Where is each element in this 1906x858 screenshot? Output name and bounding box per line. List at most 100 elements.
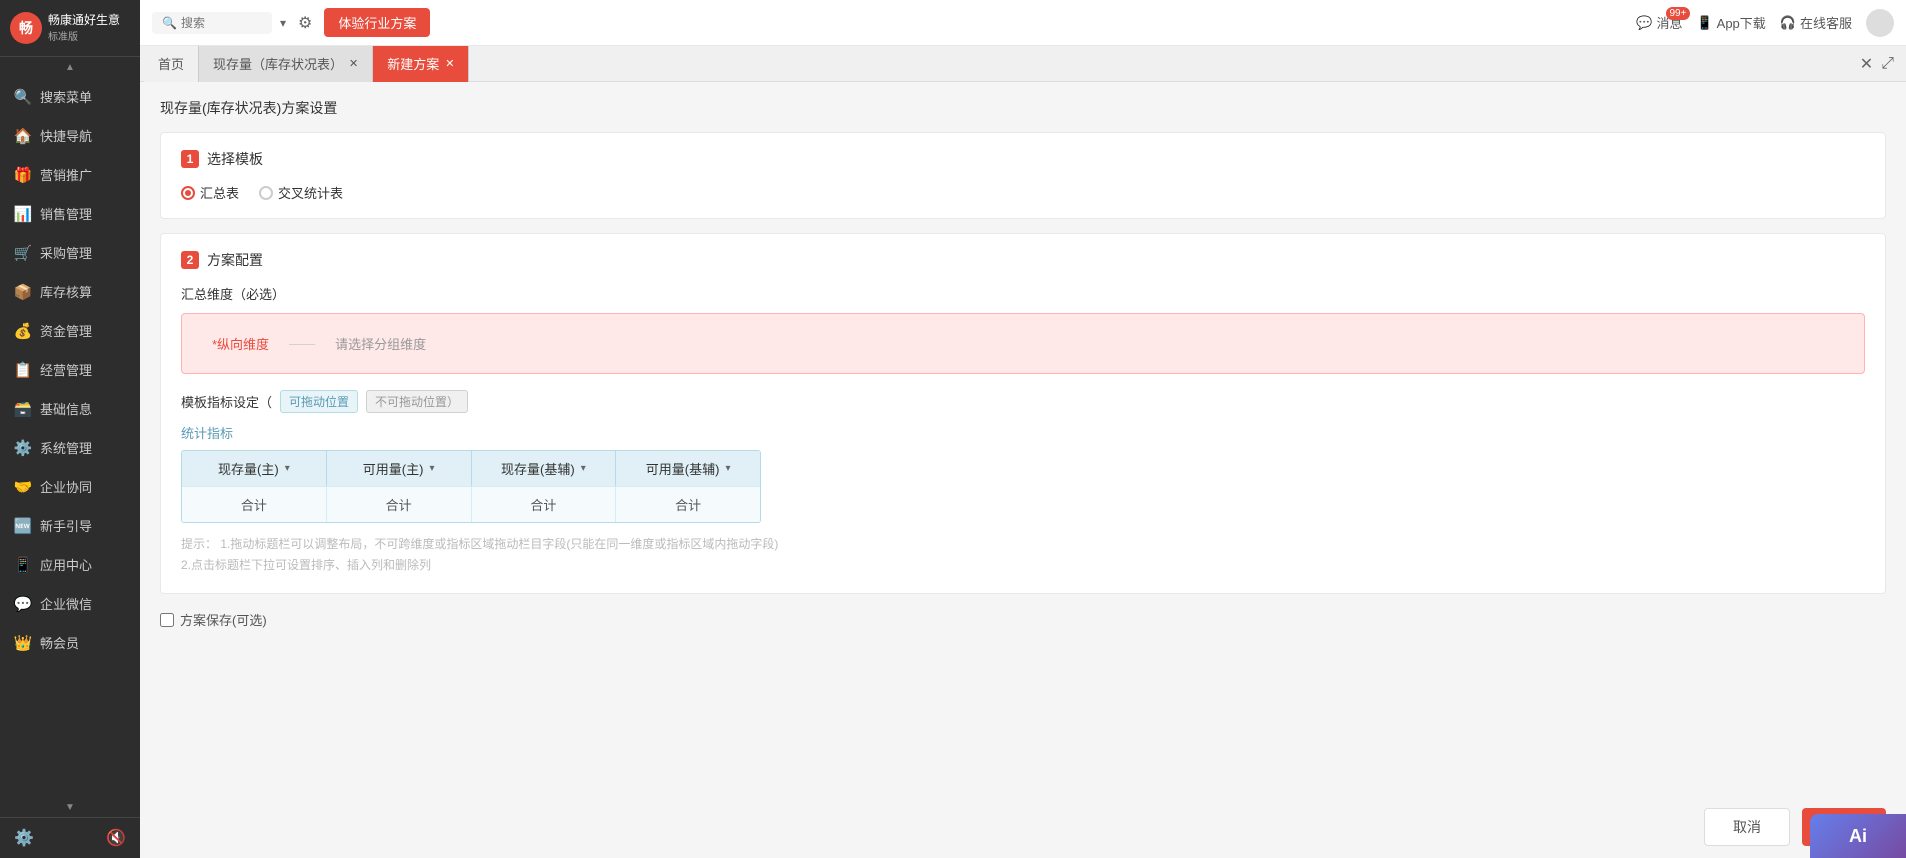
sidebar-scroll-down[interactable]: ▼	[0, 797, 140, 817]
step1-label: 1 选择模板	[181, 149, 1865, 169]
sidebar-item-label: 畅会员	[40, 633, 79, 652]
ai-badge[interactable]: Ai	[1810, 814, 1906, 858]
topbar-search-box[interactable]: 🔍	[152, 12, 272, 34]
header-cell-3[interactable]: 现存量(基辅) ▾	[472, 451, 617, 486]
inventory-tab-close-icon[interactable]: ✕	[349, 57, 358, 70]
vertical-dim-label: *纵向维度	[212, 334, 269, 353]
sidebar-item-system[interactable]: ⚙️ 系统管理	[0, 428, 140, 467]
header-cell-4[interactable]: 可用量(基辅) ▾	[616, 451, 760, 486]
topbar-gear-icon[interactable]: ⚙	[298, 13, 312, 33]
sidebar-item-purchase[interactable]: 🛒 采购管理	[0, 233, 140, 272]
new-plan-tab-label: 新建方案	[387, 54, 439, 73]
dropdown-icon-1[interactable]: ▾	[285, 463, 290, 474]
header-label-3: 现存量(基辅)	[501, 459, 575, 478]
indicator-table: 现存量(主) ▾ 可用量(主) ▾ 现存量(基辅) ▾ 可用量(基辅) ▾	[181, 450, 761, 523]
audio-footer-icon[interactable]: 🔇	[106, 828, 126, 848]
header-cell-1[interactable]: 现存量(主) ▾	[182, 451, 327, 486]
radio-summary[interactable]: 汇总表	[181, 183, 239, 202]
sidebar-item-label: 资金管理	[40, 321, 92, 340]
step1-num: 1	[181, 150, 199, 168]
sidebar-item-label: 应用中心	[40, 555, 92, 574]
cancel-button[interactable]: 取消	[1704, 808, 1790, 846]
sidebar-item-app-center[interactable]: 📱 应用中心	[0, 545, 140, 584]
sidebar-item-enterprise[interactable]: 🤝 企业协同	[0, 467, 140, 506]
quick-nav-icon: 🏠	[14, 127, 32, 145]
sidebar-item-guide[interactable]: 🆕 新手引导	[0, 506, 140, 545]
search-menu-icon: 🔍	[14, 88, 32, 106]
user-area[interactable]	[1866, 9, 1894, 37]
sidebar-item-label: 系统管理	[40, 438, 92, 457]
step2-num: 2	[181, 251, 199, 269]
search-input[interactable]	[181, 16, 261, 30]
sidebar-item-wechat[interactable]: 💬 企业微信	[0, 584, 140, 623]
main-area: 🔍 ▾ ⚙ 体验行业方案 💬 消息 99+ 📱 App下载 🎧 在线客服	[140, 0, 1906, 858]
sidebar-item-member[interactable]: 👑 畅会员	[0, 623, 140, 662]
sidebar-item-label: 新手引导	[40, 516, 92, 535]
step2-text: 方案配置	[207, 250, 263, 270]
save-option: 方案保存(可选)	[160, 610, 1886, 629]
sidebar-item-label: 搜索菜单	[40, 87, 92, 106]
dimension-dash: ——	[289, 336, 315, 351]
search-icon: 🔍	[162, 16, 177, 30]
sidebar-item-finance[interactable]: 💰 资金管理	[0, 311, 140, 350]
tab-home[interactable]: 首页	[144, 46, 199, 82]
trial-btn[interactable]: 体验行业方案	[324, 8, 430, 37]
close-window-icon[interactable]: ✕	[1860, 54, 1873, 74]
expand-window-icon[interactable]: ⤢	[1881, 55, 1894, 73]
sidebar-item-search-menu[interactable]: 🔍 搜索菜单	[0, 77, 140, 116]
sidebar-scroll-up[interactable]: ▲	[0, 57, 140, 77]
dropdown-icon-4[interactable]: ▾	[725, 463, 730, 474]
tab-new-plan[interactable]: 新建方案 ✕	[373, 46, 469, 82]
sidebar-item-label: 快捷导航	[40, 126, 92, 145]
service-button[interactable]: 🎧 在线客服	[1780, 13, 1852, 32]
window-buttons: ✕ ⤢	[1852, 54, 1902, 74]
sidebar-item-sales[interactable]: 📊 销售管理	[0, 194, 140, 233]
dropdown-icon-3[interactable]: ▾	[581, 463, 586, 474]
new-plan-tab-close-icon[interactable]: ✕	[445, 57, 454, 70]
radio-cross-label: 交叉统计表	[278, 183, 343, 202]
finance-icon: 💰	[14, 322, 32, 340]
inventory-tab-label: 现存量（库存状况表）	[213, 54, 343, 73]
radio-cross-circle	[259, 186, 273, 200]
sidebar-item-label: 采购管理	[40, 243, 92, 262]
tabs-bar: 首页 现存量（库存状况表） ✕ 新建方案 ✕ ✕ ⤢	[140, 46, 1906, 82]
settings-footer-icon[interactable]: ⚙️	[14, 828, 34, 848]
stats-title: 统计指标	[181, 423, 1865, 442]
body-cell-1-3: 合计	[472, 487, 617, 522]
tips-section: 提示： 1.拖动标题栏可以调整布局，不可跨维度或指标区域拖动栏目字段(只能在同一…	[181, 535, 1865, 573]
sidebar-item-label: 营销推广	[40, 165, 92, 184]
sidebar-item-inventory[interactable]: 📦 库存核算	[0, 272, 140, 311]
sidebar-item-quick-nav[interactable]: 🏠 快捷导航	[0, 116, 140, 155]
radio-cross[interactable]: 交叉统计表	[259, 183, 343, 202]
operations-icon: 📋	[14, 361, 32, 379]
indicator-table-header: 现存量(主) ▾ 可用量(主) ▾ 现存量(基辅) ▾ 可用量(基辅) ▾	[182, 451, 760, 486]
sidebar-item-operations[interactable]: 📋 经营管理	[0, 350, 140, 389]
indicator-tag-fixed: 不可拖动位置）	[366, 390, 468, 413]
logo-icon: 畅	[10, 12, 42, 44]
save-checkbox[interactable]	[160, 613, 174, 627]
sidebar-item-label: 销售管理	[40, 204, 92, 223]
guide-icon: 🆕	[14, 517, 32, 535]
dimension-box[interactable]: *纵向维度 —— 请选择分组维度	[181, 313, 1865, 374]
header-cell-2[interactable]: 可用量(主) ▾	[327, 451, 472, 486]
summary-dim-subtitle: 汇总维度（必选）	[181, 284, 1865, 303]
msg-badge: 99+	[1666, 7, 1691, 20]
topbar-dropdown-icon[interactable]: ▾	[280, 16, 286, 30]
sidebar-item-marketing[interactable]: 🎁 营销推广	[0, 155, 140, 194]
dropdown-icon-2[interactable]: ▾	[429, 463, 434, 474]
sidebar-item-label: 库存核算	[40, 282, 92, 301]
tab-inventory-status[interactable]: 现存量（库存状况表） ✕	[199, 46, 373, 82]
step1-text: 选择模板	[207, 149, 263, 169]
page-title: 现存量(库存状况表)方案设置	[160, 98, 1886, 118]
body-cell-1-1: 合计	[182, 487, 327, 522]
tip-1: 提示： 1.拖动标题栏可以调整布局，不可跨维度或指标区域拖动栏目字段(只能在同一…	[181, 535, 1865, 552]
sidebar-item-basic-info[interactable]: 🗃️ 基础信息	[0, 389, 140, 428]
sidebar-item-label: 经营管理	[40, 360, 92, 379]
app-name: 畅康通好生意	[48, 13, 120, 29]
tip-2: 2.点击标题栏下拉可设置排序、插入列和删除列	[181, 556, 1865, 573]
app-label: App下载	[1717, 13, 1766, 32]
sidebar-item-label: 企业微信	[40, 594, 92, 613]
msg-button[interactable]: 💬 消息 99+	[1636, 13, 1682, 32]
marketing-icon: 🎁	[14, 166, 32, 184]
app-download-button[interactable]: 📱 App下载	[1696, 13, 1765, 32]
